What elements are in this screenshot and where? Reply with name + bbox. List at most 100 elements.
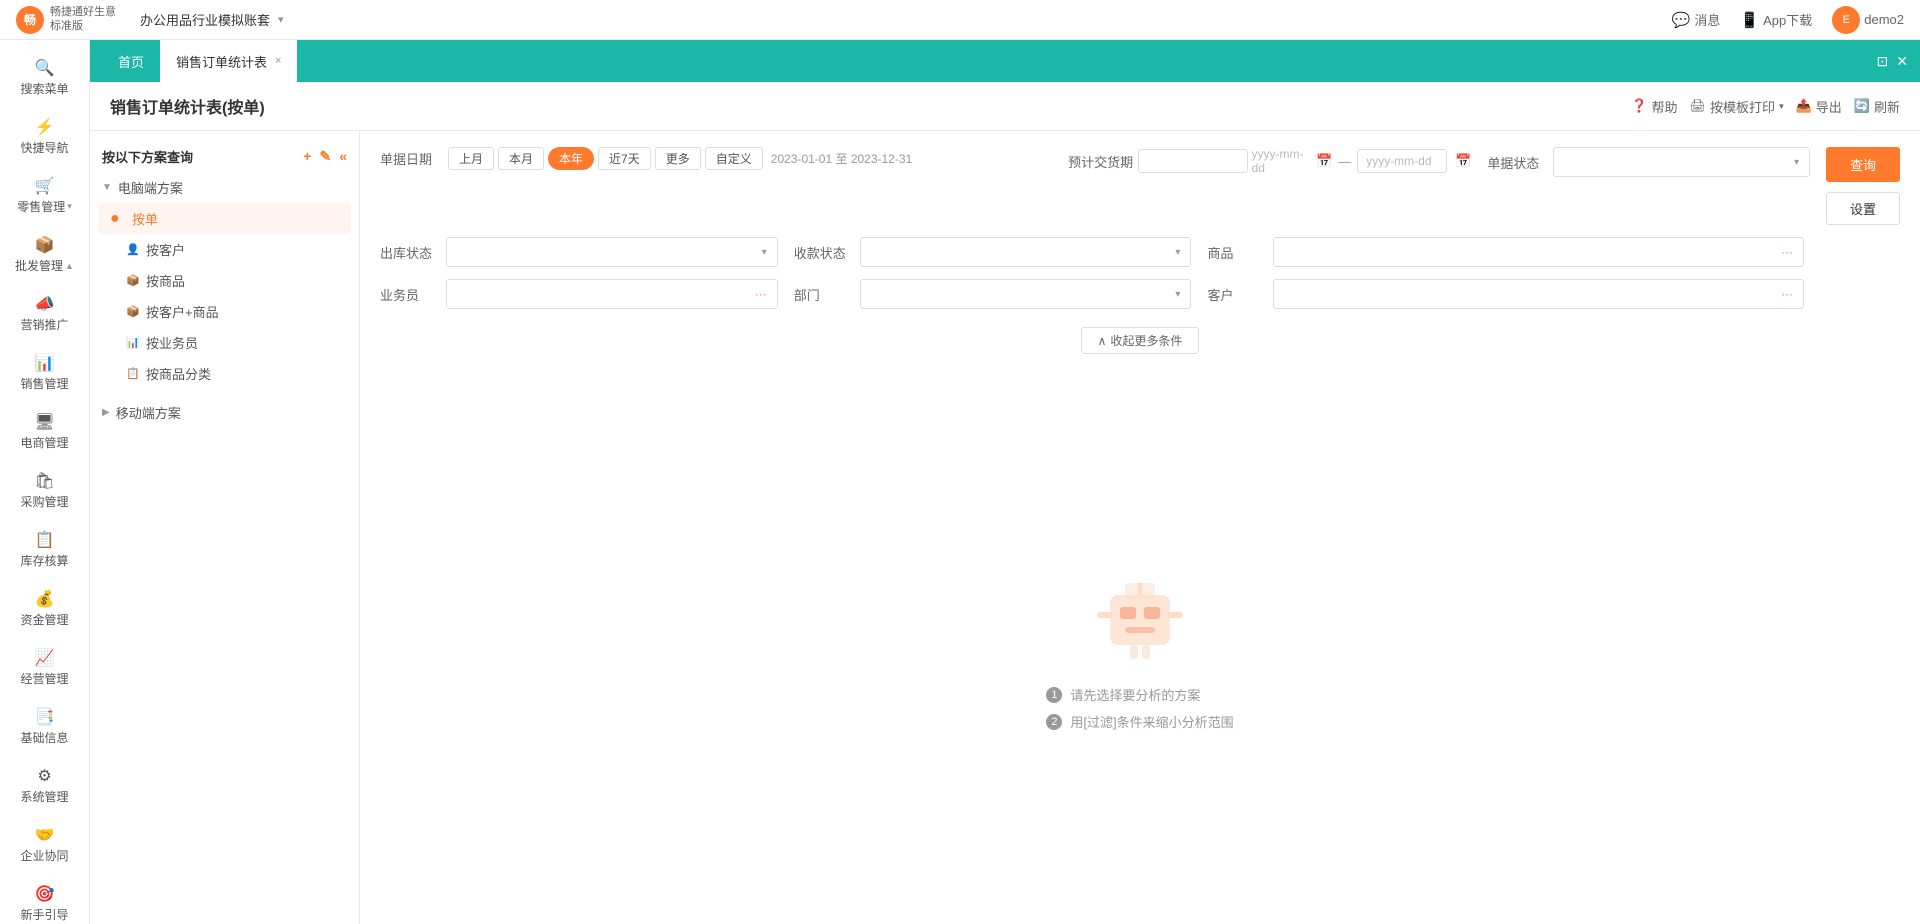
settings-button[interactable]: 设置 xyxy=(1826,192,1900,225)
sidebar-item-basic-info[interactable]: 📑 基础信息 xyxy=(0,697,89,756)
shipping-status-arrow: ▾ xyxy=(762,247,767,258)
shipping-status-select[interactable]: ▾ xyxy=(446,237,778,267)
scheme-item-by-product[interactable]: 📦 按商品 xyxy=(98,265,351,296)
top-bar-left: 畅 畅捷通好生意 标准版 办公用品行业模拟账套 ▾ xyxy=(16,6,284,34)
sidebar-item-purchase[interactable]: 🛍 采购管理 xyxy=(0,461,89,520)
tip1-text: 请先选择要分析的方案 xyxy=(1070,685,1200,704)
mobile-scheme-group-header[interactable]: ▶ 移动端方案 xyxy=(90,397,359,428)
refresh-icon: 🔄 xyxy=(1854,98,1870,114)
delivery-start-calendar-icon[interactable]: 📅 xyxy=(1316,153,1332,169)
message-button[interactable]: 💬 消息 xyxy=(1672,10,1721,29)
export-button[interactable]: 📤 导出 xyxy=(1796,97,1842,116)
scheme-item-by-customer[interactable]: 👤 按客户 xyxy=(98,234,351,265)
product-more-icon[interactable]: ··· xyxy=(1781,245,1793,259)
query-button[interactable]: 查询 xyxy=(1826,147,1900,182)
customer-select[interactable]: ··· xyxy=(1273,279,1804,309)
basic-info-icon: 📑 xyxy=(35,707,55,727)
sidebar-item-search-menu[interactable]: 🔍 搜索菜单 xyxy=(0,48,89,107)
filter-main: 单据日期 上月 本月 本年 近7天 更多 自定义 2023-01-01 至 20… xyxy=(360,131,1920,372)
voucher-date-label: 单据日期 xyxy=(380,149,440,168)
content-wrapper: 按以下方案查询 + ✎ « ▼ 电脑端方案 ● 按单 xyxy=(90,131,1920,924)
app-dropdown-arrow[interactable]: ▾ xyxy=(278,13,284,26)
tab-close-icon[interactable]: × xyxy=(275,55,281,67)
logo-icon: 畅 xyxy=(16,6,44,34)
sidebar-item-wholesale[interactable]: 📦 批发管理 ▲ xyxy=(0,225,89,284)
tip2-number: 2 xyxy=(1046,714,1062,730)
empty-illustration xyxy=(1080,565,1200,665)
message-icon: 💬 xyxy=(1672,11,1691,29)
customer-scheme-icon: 👤 xyxy=(126,243,140,256)
sidebar-item-marketing[interactable]: 📣 营销推广 xyxy=(0,284,89,343)
sidebar-item-inventory[interactable]: 📋 库存核算 xyxy=(0,520,89,579)
payment-status-select[interactable]: ▾ xyxy=(860,237,1192,267)
this-year-btn[interactable]: 本年 xyxy=(548,147,594,170)
collapse-button[interactable]: ∧ 收起更多条件 xyxy=(1081,327,1200,354)
salesperson-more-icon[interactable]: ··· xyxy=(755,287,767,301)
customer-more-icon[interactable]: ··· xyxy=(1781,287,1793,301)
enterprise-icon: 🤝 xyxy=(35,825,55,845)
new-user-icon: 🎯 xyxy=(35,884,55,904)
tip2-text: 用[过滤]条件来缩小分析范围 xyxy=(1070,712,1233,731)
page-title: 销售订单统计表(按单) xyxy=(110,94,265,118)
app-download-button[interactable]: 📱 App下载 xyxy=(1740,10,1812,29)
user-profile[interactable]: E demo2 xyxy=(1832,6,1904,34)
last-month-btn[interactable]: 上月 xyxy=(448,147,494,170)
scheme-item-by-salesperson[interactable]: 📊 按业务员 xyxy=(98,327,351,358)
department-arrow: ▾ xyxy=(1175,289,1180,300)
scheme-item-by-product-category[interactable]: 📋 按商品分类 xyxy=(98,358,351,389)
sidebar-item-ecommerce[interactable]: 🖥 电商管理 xyxy=(0,402,89,461)
sidebar-item-system[interactable]: ⚙ 系统管理 xyxy=(0,756,89,815)
delivery-date-end-input[interactable]: yyyy-mm-dd xyxy=(1357,149,1447,173)
pc-scheme-group-header[interactable]: ▼ 电脑端方案 xyxy=(90,172,359,203)
voucher-status-select[interactable]: ▾ xyxy=(1553,147,1810,177)
sidebar-item-new-user[interactable]: 🎯 新手引导 xyxy=(0,874,89,924)
edit-scheme-button[interactable]: ✎ xyxy=(319,148,331,165)
custom-date-btn[interactable]: 自定义 xyxy=(705,147,763,170)
sidebar-item-retail[interactable]: 🛒 零售管理 ▾ xyxy=(0,166,89,225)
print-dropdown-icon: ▾ xyxy=(1779,101,1784,112)
empty-state: 1 请先选择要分析的方案 2 用[过滤]条件来缩小分析范围 xyxy=(360,372,1920,924)
date-dash: — xyxy=(1338,154,1351,169)
product-label: 商品 xyxy=(1207,243,1267,262)
export-icon: 📤 xyxy=(1796,98,1812,114)
window-close-icon[interactable]: ✕ xyxy=(1896,53,1908,70)
more-date-btn[interactable]: 更多 xyxy=(655,147,701,170)
tab-home[interactable]: 首页 xyxy=(102,40,160,82)
payment-status-arrow: ▾ xyxy=(1175,247,1180,258)
delivery-date-start-input[interactable] xyxy=(1138,149,1248,173)
salesperson-select[interactable]: ··· xyxy=(446,279,778,309)
inventory-icon: 📋 xyxy=(35,530,55,550)
logo-area: 畅 畅捷通好生意 标准版 xyxy=(16,6,116,34)
scheme-item-by-order[interactable]: ● 按单 xyxy=(98,203,351,234)
refresh-button[interactable]: 🔄 刷新 xyxy=(1854,97,1900,116)
last-7-days-btn[interactable]: 近7天 xyxy=(598,147,651,170)
search-menu-icon: 🔍 xyxy=(35,58,55,78)
sidebar-item-operations[interactable]: 📈 经营管理 xyxy=(0,638,89,697)
ecommerce-icon: 🖥 xyxy=(34,412,54,432)
sidebar-item-quick-nav[interactable]: ⚡ 快捷导航 xyxy=(0,107,89,166)
marketing-icon: 📣 xyxy=(35,294,55,314)
collapse-sidebar-button[interactable]: « xyxy=(339,148,347,165)
sidebar-item-sales[interactable]: 📊 销售管理 xyxy=(0,343,89,402)
delivery-date-start-group: yyyy-mm-dd 📅 xyxy=(1138,147,1333,175)
add-scheme-button[interactable]: + xyxy=(303,148,311,165)
print-button[interactable]: 🖨 按模板打印 ▾ xyxy=(1690,97,1784,116)
customer-label: 客户 xyxy=(1207,285,1267,304)
product-select[interactable]: ··· xyxy=(1273,237,1804,267)
this-month-btn[interactable]: 本月 xyxy=(498,147,544,170)
wholesale-icon: 📦 xyxy=(35,235,55,255)
department-label: 部门 xyxy=(794,285,854,304)
mobile-group-arrow: ▶ xyxy=(102,407,110,418)
tab-sales-order-stats[interactable]: 销售订单统计表 × xyxy=(160,40,297,82)
sidebar-item-finance[interactable]: 💰 资金管理 xyxy=(0,579,89,638)
help-button[interactable]: ❓ 帮助 xyxy=(1631,97,1677,116)
scheme-item-by-customer-product[interactable]: 📦 按客户+商品 xyxy=(98,296,351,327)
window-restore-icon[interactable]: ⊡ xyxy=(1877,53,1889,70)
delivery-end-calendar-icon[interactable]: 📅 xyxy=(1455,153,1471,169)
page-header: 销售订单统计表(按单) ❓ 帮助 🖨 按模板打印 ▾ 📤 导出 🔄 刷新 xyxy=(90,82,1920,131)
salesperson-label: 业务员 xyxy=(380,285,440,304)
customer-product-scheme-icon: 📦 xyxy=(126,305,140,318)
sidebar-item-enterprise[interactable]: 🤝 企业协同 xyxy=(0,815,89,874)
department-select[interactable]: ▾ xyxy=(860,279,1192,309)
expected-delivery-label: 预计交货期 xyxy=(1068,152,1131,171)
